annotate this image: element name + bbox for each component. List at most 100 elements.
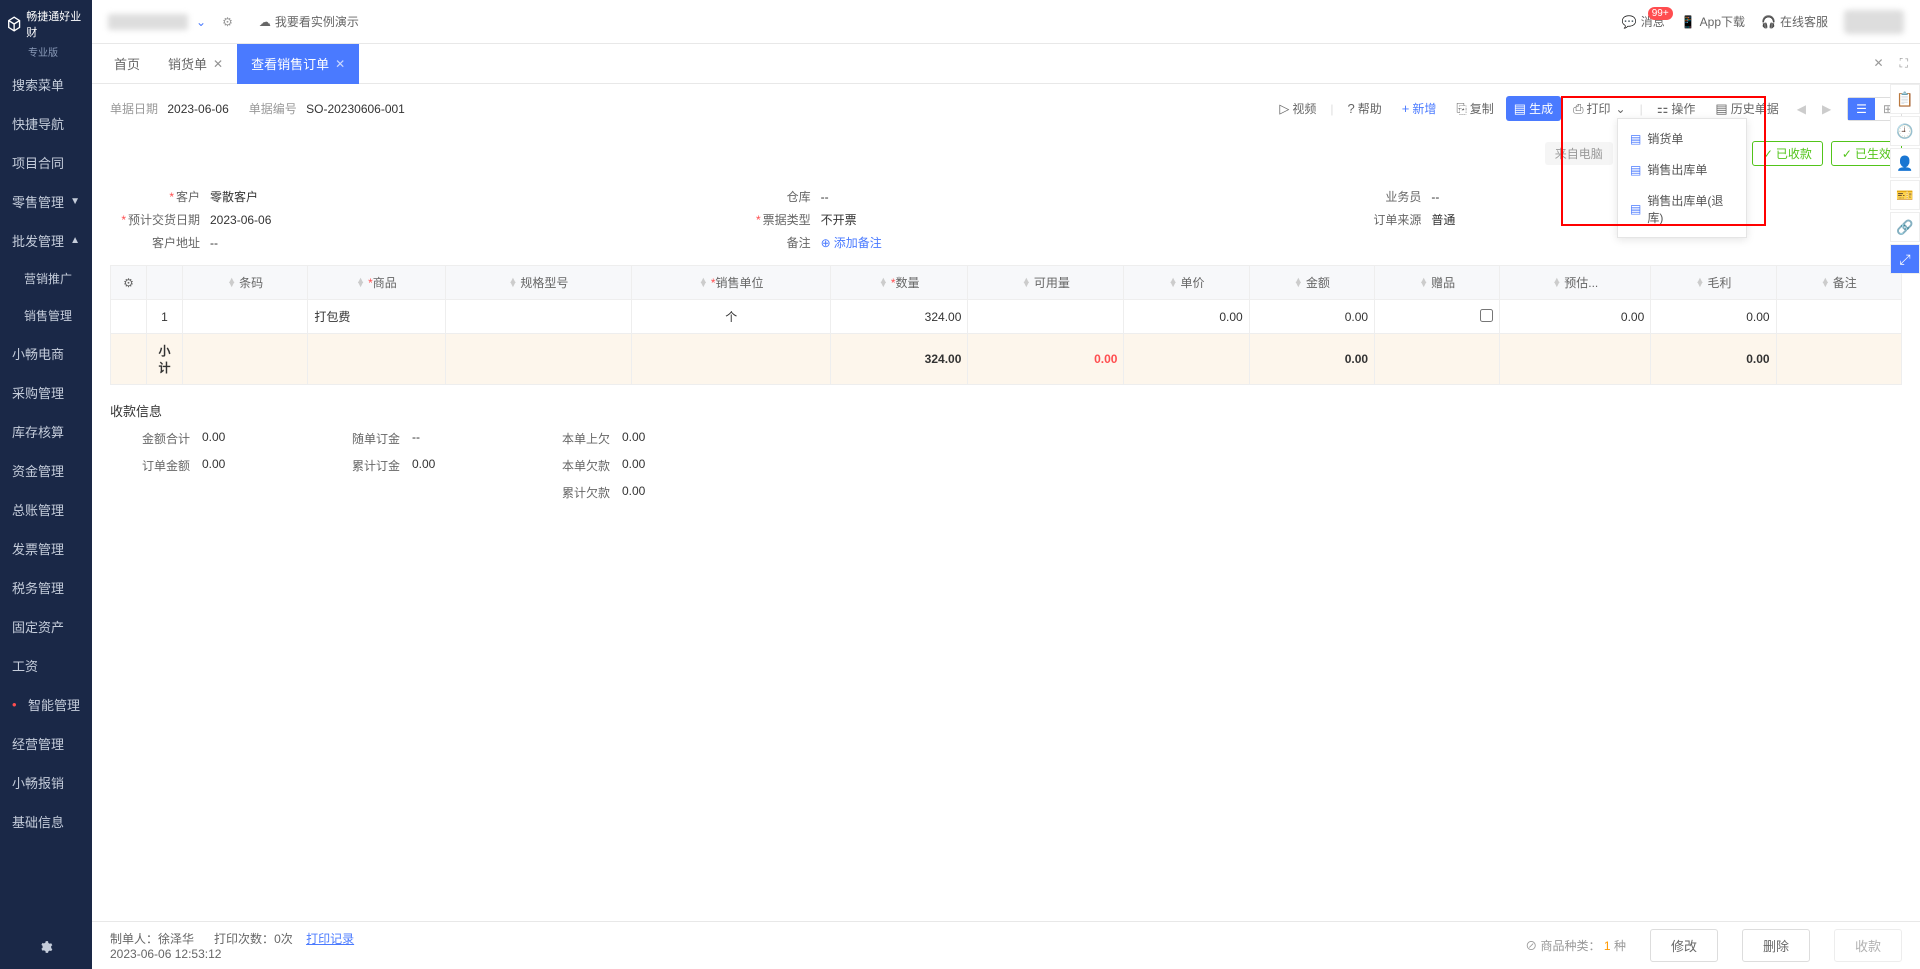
print-log-link[interactable]: 打印记录 — [306, 932, 354, 946]
sidebar-item-8[interactable]: 采购管理 — [0, 373, 92, 412]
delivery-value: 2023-06-06 — [210, 213, 271, 227]
sort-icon[interactable]: ▲▼ — [1419, 278, 1428, 287]
col-header[interactable]: ▲▼单价 — [1124, 266, 1249, 300]
col-header[interactable]: ▲▼可用量 — [968, 266, 1124, 300]
sort-icon[interactable]: ▲▼ — [1552, 278, 1561, 287]
sidebar-item-4[interactable]: 批发管理▲ — [0, 221, 92, 260]
dropdown-item-0[interactable]: ▤销货单 — [1618, 123, 1746, 154]
sidebar-item-3[interactable]: 零售管理▼ — [0, 182, 92, 221]
close-all-icon[interactable]: ✕ — [1870, 52, 1888, 75]
sidebar-item-15[interactable]: 工资 — [0, 646, 92, 685]
col-header[interactable]: ▲▼毛利 — [1651, 266, 1776, 300]
sidebar-item-label: 库存核算 — [12, 422, 64, 441]
fullscreen-icon[interactable]: ⛶ — [1896, 52, 1912, 75]
user-avatar-blurred[interactable] — [1844, 10, 1904, 34]
sidebar-item-19[interactable]: 基础信息 — [0, 802, 92, 841]
col-header[interactable]: ▲▼*销售单位 — [632, 266, 831, 300]
content: 单据日期 2023-06-06 单据编号 SO-20230606-001 ▷视频… — [92, 84, 1920, 969]
dropdown-item-1[interactable]: ▤销售出库单 — [1618, 154, 1746, 185]
col-header[interactable]: ▲▼规格型号 — [445, 266, 632, 300]
col-header[interactable]: ▲▼*数量 — [831, 266, 968, 300]
plus-icon: ⊕ — [821, 236, 831, 250]
sidebar-item-13[interactable]: 税务管理 — [0, 568, 92, 607]
sort-icon[interactable]: ▲▼ — [227, 278, 236, 287]
sidebar-settings[interactable] — [0, 928, 92, 969]
plus-icon: + — [1402, 101, 1410, 116]
dropdown-item-2[interactable]: ▤销售出库单(退库) — [1618, 185, 1746, 233]
sidebar-item-5[interactable]: 营销推广 — [0, 260, 92, 297]
print-count-label: 打印次数： — [214, 932, 274, 946]
col-header[interactable]: ▲▼赠品 — [1375, 266, 1500, 300]
rail-expand-icon[interactable]: ⤢ — [1890, 244, 1920, 274]
rail-doc-icon[interactable]: 📋 — [1890, 84, 1920, 114]
sort-icon[interactable]: ▲▼ — [879, 278, 888, 287]
sort-icon[interactable]: ▲▼ — [1695, 278, 1704, 287]
sidebar-item-16[interactable]: 智能管理 — [0, 685, 92, 724]
col-header[interactable]: ▲▼金额 — [1249, 266, 1374, 300]
table-row[interactable]: 1打包费个324.000.000.000.000.00 — [111, 300, 1902, 334]
sort-icon[interactable]: ▲▼ — [1821, 278, 1830, 287]
gear-column[interactable]: ⚙ — [111, 266, 147, 300]
sidebar-item-17[interactable]: 经营管理 — [0, 724, 92, 763]
tab-1[interactable]: 销货单✕ — [154, 44, 237, 84]
sort-icon[interactable]: ▲▼ — [1294, 278, 1303, 287]
prev-doc[interactable]: ◀ — [1791, 99, 1812, 119]
message-button[interactable]: 💬 消息 99+ — [1622, 13, 1665, 30]
gear-icon[interactable]: ⚙ — [222, 15, 233, 29]
rail-user-icon[interactable]: 👤 — [1890, 148, 1920, 178]
close-icon[interactable]: ✕ — [335, 57, 345, 71]
demo-link[interactable]: ☁ 我要看实例演示 — [249, 9, 369, 34]
col-header[interactable]: ▲▼条码 — [183, 266, 308, 300]
online-service[interactable]: 🎧 在线客服 — [1761, 13, 1828, 30]
video-button[interactable]: ▷视频 — [1271, 96, 1324, 121]
sidebar-item-7[interactable]: 小畅电商 — [0, 334, 92, 373]
sort-icon[interactable]: ▲▼ — [509, 278, 518, 287]
sidebar-item-10[interactable]: 资金管理 — [0, 451, 92, 490]
gift-checkbox[interactable] — [1480, 309, 1493, 322]
delete-button[interactable]: 删除 — [1742, 929, 1810, 962]
sidebar-item-18[interactable]: 小畅报销 — [0, 763, 92, 802]
list-view[interactable]: ☰ — [1848, 98, 1875, 120]
col-header[interactable]: ▲▼*商品 — [308, 266, 445, 300]
sidebar-item-12[interactable]: 发票管理 — [0, 529, 92, 568]
collect-button[interactable]: 收款 — [1834, 929, 1902, 962]
sort-icon[interactable]: ▲▼ — [1169, 278, 1178, 287]
sidebar-item-1[interactable]: 快捷导航 — [0, 104, 92, 143]
rail-link-icon[interactable]: 🔗 — [1890, 212, 1920, 242]
generate-button[interactable]: ▤生成 — [1506, 96, 1561, 121]
payment-label: 随单订金 — [340, 430, 400, 447]
close-icon[interactable]: ✕ — [213, 57, 223, 71]
sidebar-item-14[interactable]: 固定资产 — [0, 607, 92, 646]
add-remark-link[interactable]: ⊕添加备注 — [821, 234, 882, 251]
sort-icon[interactable]: ▲▼ — [699, 278, 708, 287]
chevron-down-icon: ⌄ — [1616, 102, 1626, 116]
company-selector[interactable]: ⌄ — [108, 14, 206, 30]
col-header[interactable]: ▲▼预估... — [1500, 266, 1651, 300]
rail-coupon-icon[interactable]: 🎫 — [1890, 180, 1920, 210]
sidebar-item-9[interactable]: 库存核算 — [0, 412, 92, 451]
right-rail: 📋 🕘 👤 🎫 🔗 ⤢ — [1890, 84, 1920, 274]
print-count-value: 0次 — [274, 932, 293, 946]
chevron-icon: ▲ — [70, 235, 80, 246]
main: ⌄ ⚙ ☁ 我要看实例演示 💬 消息 99+ 📱 App下载 🎧 在线客服 — [92, 0, 1920, 969]
payment-value: 0.00 — [412, 457, 435, 474]
sidebar-item-6[interactable]: 销售管理 — [0, 297, 92, 334]
next-doc[interactable]: ▶ — [1816, 99, 1837, 119]
sort-icon[interactable]: ▲▼ — [356, 278, 365, 287]
sort-icon[interactable]: ▲▼ — [1022, 278, 1031, 287]
rail-history-icon[interactable]: 🕘 — [1890, 116, 1920, 146]
sidebar-item-label: 总账管理 — [12, 500, 64, 519]
sidebar-item-11[interactable]: 总账管理 — [0, 490, 92, 529]
sidebar-item-0[interactable]: 搜索菜单 — [0, 65, 92, 104]
col-header[interactable]: ▲▼备注 — [1776, 266, 1901, 300]
app-download[interactable]: 📱 App下载 — [1681, 13, 1745, 30]
payment-label: 金额合计 — [130, 430, 190, 447]
tab-0[interactable]: 首页 — [100, 44, 154, 84]
new-button[interactable]: +新增 — [1394, 96, 1445, 121]
ban-icon: ⊘ — [1525, 939, 1537, 953]
sidebar-item-2[interactable]: 项目合同 — [0, 143, 92, 182]
modify-button[interactable]: 修改 — [1650, 929, 1718, 962]
copy-button[interactable]: ⎘复制 — [1448, 96, 1501, 121]
help-button[interactable]: ?帮助 — [1340, 96, 1390, 121]
tab-2[interactable]: 查看销售订单✕ — [237, 44, 359, 84]
